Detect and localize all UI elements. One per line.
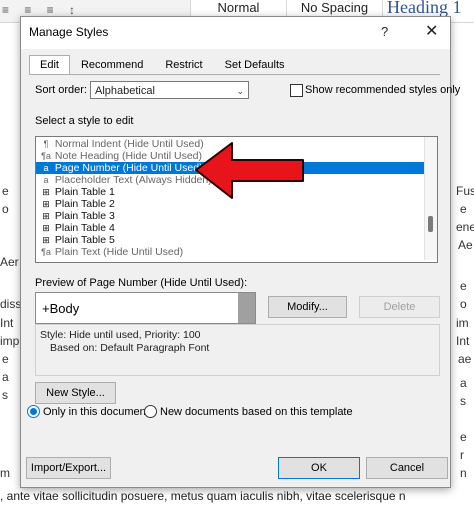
doc-fragment: a <box>460 376 467 390</box>
sort-order-value: Alphabetical <box>95 85 155 97</box>
table-style-icon: ⊞ <box>42 187 50 197</box>
doc-fragment: Int <box>456 334 470 348</box>
linked-style-icon: ¶a <box>41 151 51 161</box>
radio-only-this-document-label[interactable]: Only in this document <box>43 406 149 418</box>
import-export-button[interactable]: Import/Export... <box>26 457 111 479</box>
list-item[interactable]: ⊞ Plain Table 5 <box>36 234 424 246</box>
close-icon[interactable]: ✕ <box>425 21 438 41</box>
tab-edit[interactable]: Edit <box>29 55 70 75</box>
dialog-title: Manage Styles <box>29 25 109 39</box>
style-name: Normal Indent (Hide Until Used) <box>54 138 204 150</box>
dialog-tabs: Edit Recommend Restrict Set Defaults <box>29 55 296 75</box>
doc-fragment: imp <box>0 334 20 348</box>
doc-fragment: s <box>460 394 466 408</box>
doc-fragment: e <box>460 430 467 444</box>
table-style-icon: ⊞ <box>42 235 50 245</box>
table-style-icon: ⊞ <box>42 223 50 233</box>
show-recommended-label[interactable]: Show recommended styles only <box>305 84 460 96</box>
tab-set-defaults[interactable]: Set Defaults <box>214 55 296 75</box>
description-line: Based on: Default Paragraph Font <box>50 342 210 354</box>
style-name: Page Number (Hide Until Used) <box>54 162 203 174</box>
doc-fragment: e <box>2 184 9 198</box>
manage-styles-dialog: Manage Styles ? ✕ Edit Recommend Restric… <box>20 16 460 488</box>
list-item[interactable]: ¶a Plain Text (Hide Until Used) <box>36 246 424 258</box>
list-item[interactable]: a Placeholder Text (Always Hidden) <box>36 174 424 186</box>
style-name: Plain Text (Hide Until Used) <box>54 246 184 258</box>
doc-fragment: e <box>2 352 9 366</box>
style-name: Note Heading (Hide Until Used) <box>54 150 202 162</box>
list-item[interactable]: ¶ Normal Indent (Hide Until Used) <box>36 138 424 150</box>
list-item[interactable]: ⊞ Plain Table 1 <box>36 186 424 198</box>
ok-button[interactable]: OK <box>278 457 360 479</box>
doc-fragment: e <box>460 279 467 293</box>
style-name: Plain Table 4 <box>54 222 115 234</box>
doc-fragment: s <box>2 388 8 402</box>
character-style-icon: a <box>43 163 49 173</box>
doc-fragment: Int <box>0 316 14 330</box>
paragraph-style-icon: ¶ <box>43 139 49 149</box>
doc-fragment: n <box>460 466 467 480</box>
style-name: Plain Table 5 <box>54 234 115 246</box>
style-list[interactable]: ¶ Normal Indent (Hide Until Used) ¶a Not… <box>35 136 438 263</box>
preview-text: +Body <box>42 301 80 316</box>
style-name: Plain Table 1 <box>54 186 115 198</box>
table-style-icon: ⊞ <box>42 211 50 221</box>
list-item[interactable]: ¶a Note Heading (Hide Until Used) <box>36 150 424 162</box>
doc-fragment: a <box>2 370 9 384</box>
doc-fragment: ae <box>458 352 472 366</box>
delete-button[interactable]: Delete <box>359 296 440 318</box>
list-item[interactable]: ⊞ Plain Table 4 <box>36 222 424 234</box>
list-item[interactable]: ⊞ Plain Table 3 <box>36 210 424 222</box>
show-recommended-checkbox[interactable] <box>290 84 303 97</box>
list-item[interactable]: ⊞ Plain Table 2 <box>36 198 424 210</box>
doc-fragment: m <box>0 466 10 480</box>
radio-new-documents[interactable] <box>144 405 157 418</box>
preview-label: Preview of Page Number (Hide Until Used)… <box>35 277 248 289</box>
doc-fragment: e <box>460 202 467 216</box>
radio-only-this-document[interactable] <box>27 405 40 418</box>
doc-fragment: Fus <box>456 184 474 198</box>
tab-restrict[interactable]: Restrict <box>154 55 213 75</box>
doc-fragment: r <box>460 448 464 462</box>
radio-new-documents-label[interactable]: New documents based on this template <box>160 406 353 418</box>
scrollbar-thumb[interactable] <box>428 216 433 232</box>
doc-fragment: o <box>2 202 9 216</box>
cancel-button[interactable]: Cancel <box>366 457 448 479</box>
doc-fragment: im <box>456 316 469 330</box>
dialog-titlebar[interactable]: Manage Styles ? ✕ <box>21 17 450 49</box>
modify-button[interactable]: Modify... <box>268 296 347 318</box>
list-scrollbar[interactable] <box>424 137 437 260</box>
new-style-button[interactable]: New Style... <box>35 382 116 404</box>
table-style-icon: ⊞ <box>42 199 50 209</box>
style-description: Style: Hide until used, Priority: 100 Ba… <box>35 324 440 376</box>
doc-fragment: o <box>460 297 467 311</box>
doc-fragment: Ae <box>458 238 473 252</box>
select-style-label: Select a style to edit <box>35 115 134 127</box>
document-text-line: , ante vitae sollicitudin posuere, metus… <box>0 489 406 503</box>
list-item-selected[interactable]: a Page Number (Hide Until Used) <box>36 162 424 174</box>
style-name: Plain Table 2 <box>54 198 115 210</box>
help-button[interactable]: ? <box>381 24 388 39</box>
linked-style-icon: ¶a <box>41 247 51 257</box>
sort-order-label: Sort order: <box>35 84 87 96</box>
chevron-down-icon: ⌄ <box>236 86 244 96</box>
style-name: Plain Table 3 <box>54 210 115 222</box>
preview-swatch <box>238 293 255 323</box>
sort-order-select[interactable]: Alphabetical ⌄ <box>90 81 249 99</box>
doc-fragment: Aer <box>0 255 19 269</box>
style-name: Placeholder Text (Always Hidden) <box>54 174 212 186</box>
doc-fragment: ene <box>456 220 474 234</box>
description-line: Style: Hide until used, Priority: 100 <box>40 329 201 341</box>
ribbon-paragraph-icons[interactable]: ≡ ≡ ≡ ↕ <box>2 3 81 17</box>
character-style-icon: a <box>43 175 49 185</box>
tab-recommend[interactable]: Recommend <box>70 55 154 75</box>
style-preview: +Body <box>35 292 256 324</box>
